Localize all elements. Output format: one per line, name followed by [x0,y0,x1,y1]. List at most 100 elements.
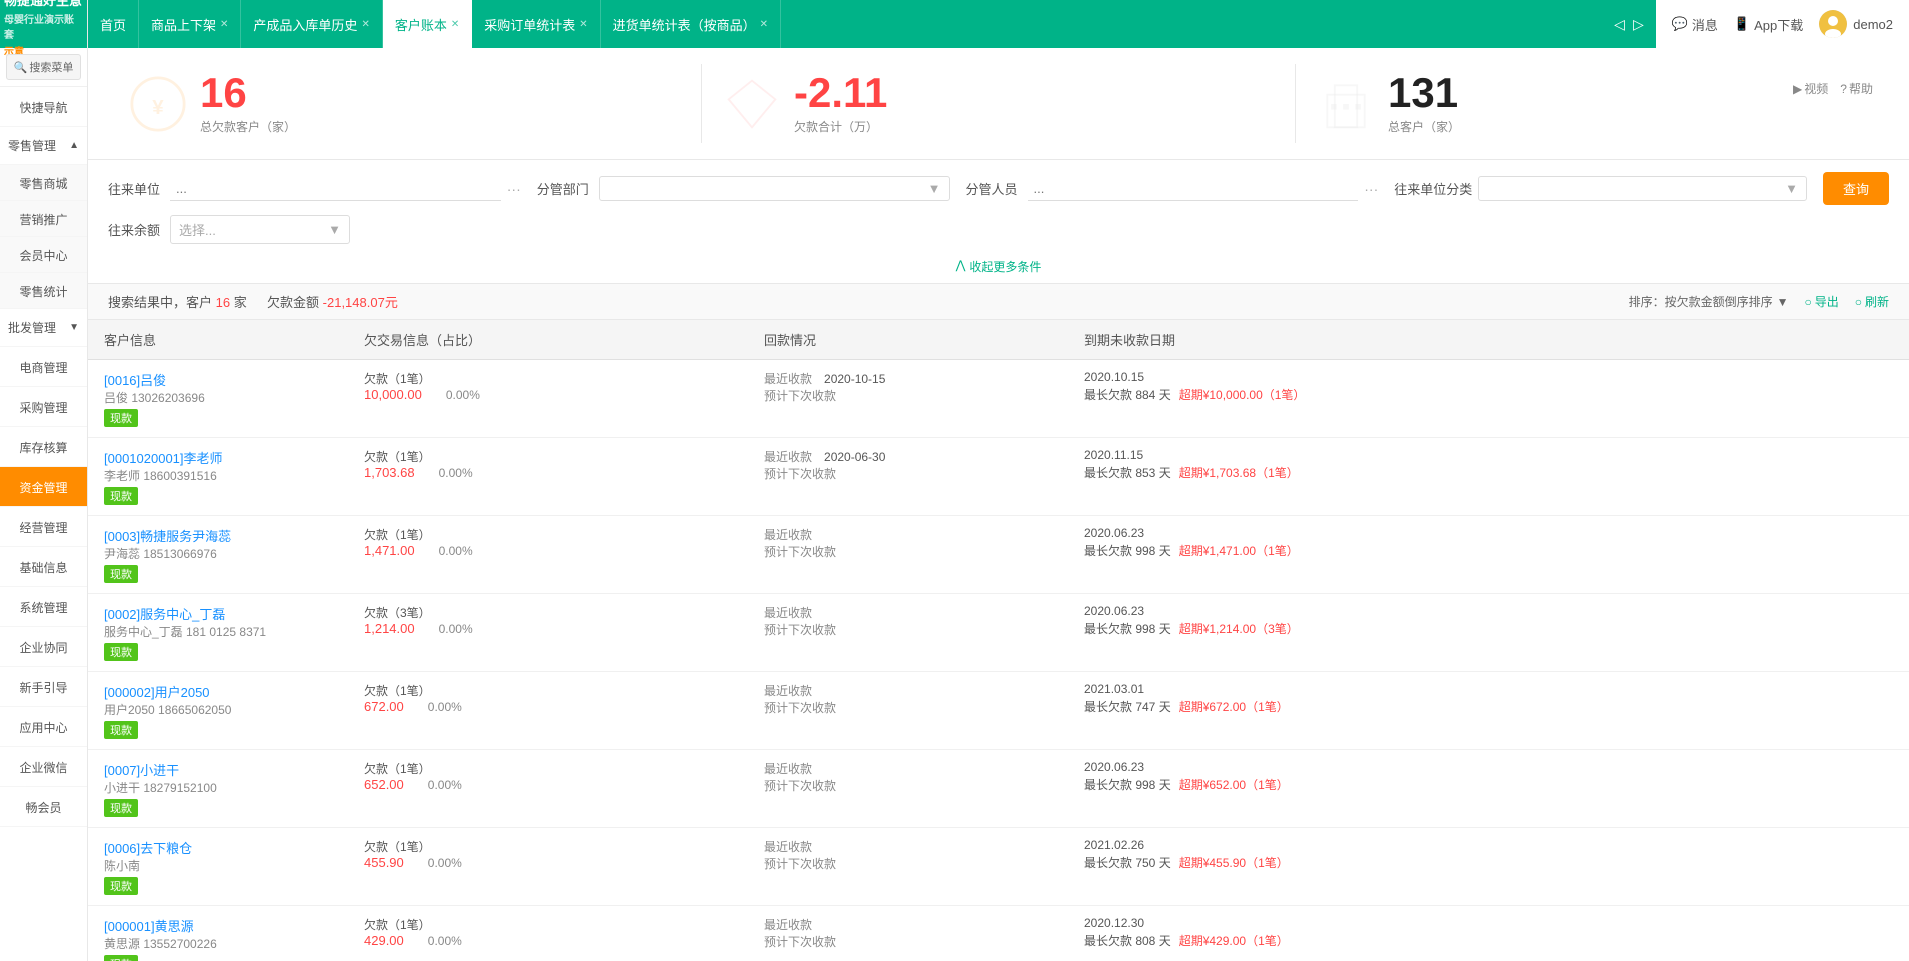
cell-payment-7: 最近收款 预计下次收款 [748,906,1068,961]
debt-pct-1: 0.00% [439,466,473,480]
export-button[interactable]: ○ 导出 [1804,293,1838,310]
sidebar-item-ecommerce[interactable]: 电商管理 [0,347,87,387]
table-row: [0003]畅捷服务尹海蕊 尹海蕊 18513066976 现款 欠款（1笔） … [88,516,1909,594]
sort-button[interactable]: 排序：按欠款金额倒序排序 ▼ [1629,293,1789,310]
recent-label-5: 最近收款 [764,760,812,777]
filter-category: 往来单位分类 ▼ [1394,176,1807,201]
sidebar-item-marketing[interactable]: 营销推广 [0,201,87,237]
overdue-link-5[interactable]: 超期¥652.00（1笔） [1179,776,1289,793]
help-button[interactable]: ? 帮助 [1840,80,1873,97]
tab-close-icon[interactable]: ✕ [361,19,369,30]
col-debt-info: 欠交易信息（占比） [348,320,748,360]
sidebar-item-retail-stats[interactable]: 零售统计 [0,273,87,309]
cell-payment-5: 最近收款 预计下次收款 [748,750,1068,828]
sidebar-item-inventory[interactable]: 库存核算 [0,427,87,467]
sidebar-item-batch[interactable]: 批发管理 ▼ [0,309,87,347]
tab-products[interactable]: 商品上下架 ✕ [139,0,241,48]
sidebar-item-member[interactable]: 会员中心 [0,237,87,273]
sidebar-item-vip[interactable]: 畅会员 [0,787,87,827]
filter-balance-select[interactable]: 选择... ▼ [170,215,350,244]
sidebar-item-app-center[interactable]: 应用中心 [0,707,87,747]
filter-category-select[interactable]: ▼ [1478,176,1807,201]
sidebar-item-wechat[interactable]: 企业微信 [0,747,87,787]
overdue-link-1[interactable]: 超期¥1,703.68（1笔） [1179,464,1299,481]
sidebar-item-guide[interactable]: 新手引导 [0,667,87,707]
topbar-right: 💬 消息 📱 App下载 demo2 [1656,0,1909,48]
customer-id-link-5[interactable]: [0007]小进干 [104,763,179,778]
filter-collapse-button[interactable]: ⋀ 收起更多条件 [108,254,1889,279]
sidebar-item-retail-store[interactable]: 零售商城 [0,165,87,201]
sidebar-item-enterprise[interactable]: 企业协同 [0,627,87,667]
customer-phone-6: 陈小南 [104,857,332,874]
tab-close-icon[interactable]: ✕ [760,19,768,30]
cell-debt-info-0: 欠款（1笔） 10,000.00 0.00% [348,360,748,438]
customer-tag-5: 现款 [104,799,138,817]
cell-debt-info-7: 欠款（1笔） 429.00 0.00% [348,906,748,961]
filter-manager-label: 分管人员 [966,179,1022,198]
cell-due-date-1: 2020.11.15 最长欠款 853 天 超期¥1,703.68（1笔） [1068,438,1909,516]
filter-manager: 分管人员 ··· [966,177,1379,201]
tab-scroll-left-icon[interactable]: ◁ [1614,16,1625,33]
filter-company-dots[interactable]: ··· [507,181,521,197]
search-menu-button[interactable]: 🔍 搜索菜单 [6,54,81,80]
filter-manager-dots[interactable]: ··· [1364,181,1378,197]
overdue-link-6[interactable]: 超期¥455.90（1笔） [1179,854,1289,871]
sidebar-item-system[interactable]: 系统管理 [0,587,87,627]
debt-label-5: 欠款（1笔） [364,760,732,777]
sidebar-item-retail[interactable]: 零售管理 ▲ [0,127,87,165]
refresh-button[interactable]: ○ 刷新 [1855,293,1889,310]
customer-id-link-0[interactable]: [0016]吕俊 [104,373,166,388]
cell-due-date-3: 2020.06.23 最长欠款 998 天 超期¥1,214.00（3笔） [1068,594,1909,672]
app-download-button[interactable]: 📱 App下载 [1734,15,1803,34]
filter-balance-label: 往来余额 [108,220,164,239]
overdue-link-4[interactable]: 超期¥672.00（1笔） [1179,698,1289,715]
message-button[interactable]: 💬 消息 [1672,15,1718,34]
stats-bar: ¥ 16 总欠款客户（家） -2.11 欠款合计（万） [88,48,1909,160]
cell-due-date-6: 2021.02.26 最长欠款 750 天 超期¥455.90（1笔） [1068,828,1909,906]
sidebar-item-basic[interactable]: 基础信息 [0,547,87,587]
debt-label-3: 欠款（3笔） [364,604,732,621]
customer-tag-0: 现款 [104,409,138,427]
sidebar-item-finance[interactable]: 资金管理 [0,467,87,507]
user-menu[interactable]: demo2 [1819,10,1893,38]
tab-close-icon[interactable]: ✕ [220,19,228,30]
stat-total-content: 131 总客户（家） [1388,72,1460,135]
customer-id-link-7[interactable]: [000001]黄思源 [104,919,194,934]
tab-inventory-stats[interactable]: 进货单统计表（按商品） ✕ [601,0,781,48]
cell-debt-info-5: 欠款（1笔） 652.00 0.00% [348,750,748,828]
sidebar-item-quick-nav[interactable]: 快捷导航 [0,87,87,127]
tab-scroll-right-icon[interactable]: ▷ [1633,16,1644,33]
overdue-link-0[interactable]: 超期¥10,000.00（1笔） [1179,386,1306,403]
overdue-link-7[interactable]: 超期¥429.00（1笔） [1179,932,1289,949]
tab-production[interactable]: 产成品入库单历史 ✕ [241,0,382,48]
tab-close-icon[interactable]: ✕ [579,19,587,30]
filter-company-input[interactable] [170,177,501,201]
sidebar-item-purchase[interactable]: 采购管理 [0,387,87,427]
customer-tag-4: 现款 [104,721,138,739]
tab-close-icon[interactable]: ✕ [451,19,459,30]
table-row: [0007]小进干 小进干 18279152100 现款 欠款（1笔） 652.… [88,750,1909,828]
customer-id-link-2[interactable]: [0003]畅捷服务尹海蕊 [104,529,231,544]
sidebar-item-business[interactable]: 经营管理 [0,507,87,547]
video-button[interactable]: ▶ 视频 [1793,80,1828,97]
tab-home[interactable]: 首页 [88,0,139,48]
filter-company: 往来单位 ··· [108,177,521,201]
cell-due-date-5: 2020.06.23 最长欠款 998 天 超期¥652.00（1笔） [1068,750,1909,828]
overdue-link-2[interactable]: 超期¥1,471.00（1笔） [1179,542,1299,559]
overdue-link-3[interactable]: 超期¥1,214.00（3笔） [1179,620,1299,637]
user-avatar [1819,10,1847,38]
export-icon: ○ [1804,295,1811,309]
filter-manager-input[interactable] [1028,177,1359,201]
max-days-7: 最长欠款 808 天 [1084,932,1171,949]
customer-id-link-6[interactable]: [0006]去下粮仓 [104,841,192,856]
tab-customer[interactable]: 客户账本 ✕ [383,0,472,48]
query-button[interactable]: 查询 [1823,172,1889,205]
cell-payment-6: 最近收款 预计下次收款 [748,828,1068,906]
tab-purchase-stats[interactable]: 采购订单统计表 ✕ [472,0,600,48]
debt-pct-3: 0.00% [439,622,473,636]
customer-id-link-4[interactable]: [000002]用户2050 [104,685,210,700]
customer-id-link-1[interactable]: [0001020001]李老师 [104,451,223,466]
message-icon: 💬 [1672,16,1688,32]
customer-id-link-3[interactable]: [0002]服务中心_丁磊 [104,607,225,622]
filter-dept-select[interactable]: ▼ [599,176,950,201]
